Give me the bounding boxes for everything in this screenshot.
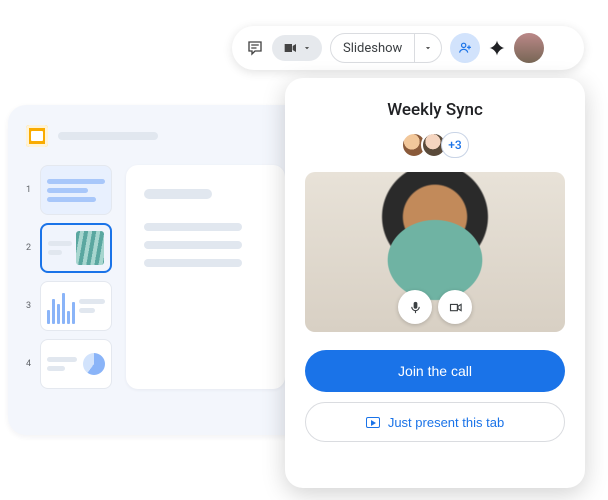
thumb-number: 2 xyxy=(26,243,34,253)
slide-canvas[interactable] xyxy=(126,165,285,389)
meet-camera-button[interactable] xyxy=(272,35,322,61)
chevron-down-icon xyxy=(302,43,312,53)
more-participants-chip[interactable]: +3 xyxy=(441,132,469,158)
present-tab-label: Just present this tab xyxy=(388,415,504,430)
slide-thumbnails: 1 2 3 xyxy=(26,165,112,389)
comments-button[interactable] xyxy=(246,39,264,57)
present-icon xyxy=(366,417,380,428)
account-avatar[interactable] xyxy=(514,33,544,63)
meet-panel: Weekly Sync +3 Join the call Just presen… xyxy=(285,78,585,488)
slides-editor-card: 1 2 3 xyxy=(8,105,303,435)
thumb-number: 4 xyxy=(26,359,34,369)
slideshow-dropdown[interactable] xyxy=(414,34,441,62)
thumb-number: 3 xyxy=(26,301,34,311)
gemini-button[interactable] xyxy=(488,39,506,57)
slide-thumb-4[interactable] xyxy=(40,339,112,389)
slide-art-icon xyxy=(76,231,104,265)
present-tab-button[interactable]: Just present this tab xyxy=(305,402,565,442)
thumb-number: 1 xyxy=(26,185,34,195)
sparkle-icon xyxy=(488,39,506,57)
document-title-placeholder xyxy=(58,132,158,140)
self-video-preview xyxy=(305,172,565,332)
video-camera-icon xyxy=(448,300,463,315)
slideshow-button-group: Slideshow xyxy=(330,33,442,63)
video-camera-icon xyxy=(282,40,298,56)
participants-row: +3 xyxy=(401,132,469,158)
meeting-title: Weekly Sync xyxy=(387,100,483,120)
chevron-down-icon xyxy=(423,43,433,53)
canvas-text-placeholder xyxy=(144,223,242,231)
bar-chart-icon xyxy=(47,288,75,324)
toggle-mic-button[interactable] xyxy=(398,290,432,324)
canvas-text-placeholder xyxy=(144,259,242,267)
microphone-icon xyxy=(408,300,423,315)
join-call-button[interactable]: Join the call xyxy=(305,350,565,392)
toggle-camera-button[interactable] xyxy=(438,290,472,324)
slide-thumb-3[interactable] xyxy=(40,281,112,331)
slide-thumb-1[interactable] xyxy=(40,165,112,215)
slideshow-button[interactable]: Slideshow xyxy=(331,34,414,62)
top-toolbar: Slideshow xyxy=(232,26,584,70)
slide-thumb-2-selected[interactable] xyxy=(40,223,112,273)
canvas-heading-placeholder xyxy=(144,189,212,199)
pie-chart-icon xyxy=(83,353,105,375)
share-button[interactable] xyxy=(450,33,480,63)
person-add-icon xyxy=(457,40,473,56)
comment-icon xyxy=(246,39,264,57)
slides-logo-icon xyxy=(26,125,48,147)
slides-header xyxy=(26,125,285,147)
canvas-text-placeholder xyxy=(144,241,242,249)
